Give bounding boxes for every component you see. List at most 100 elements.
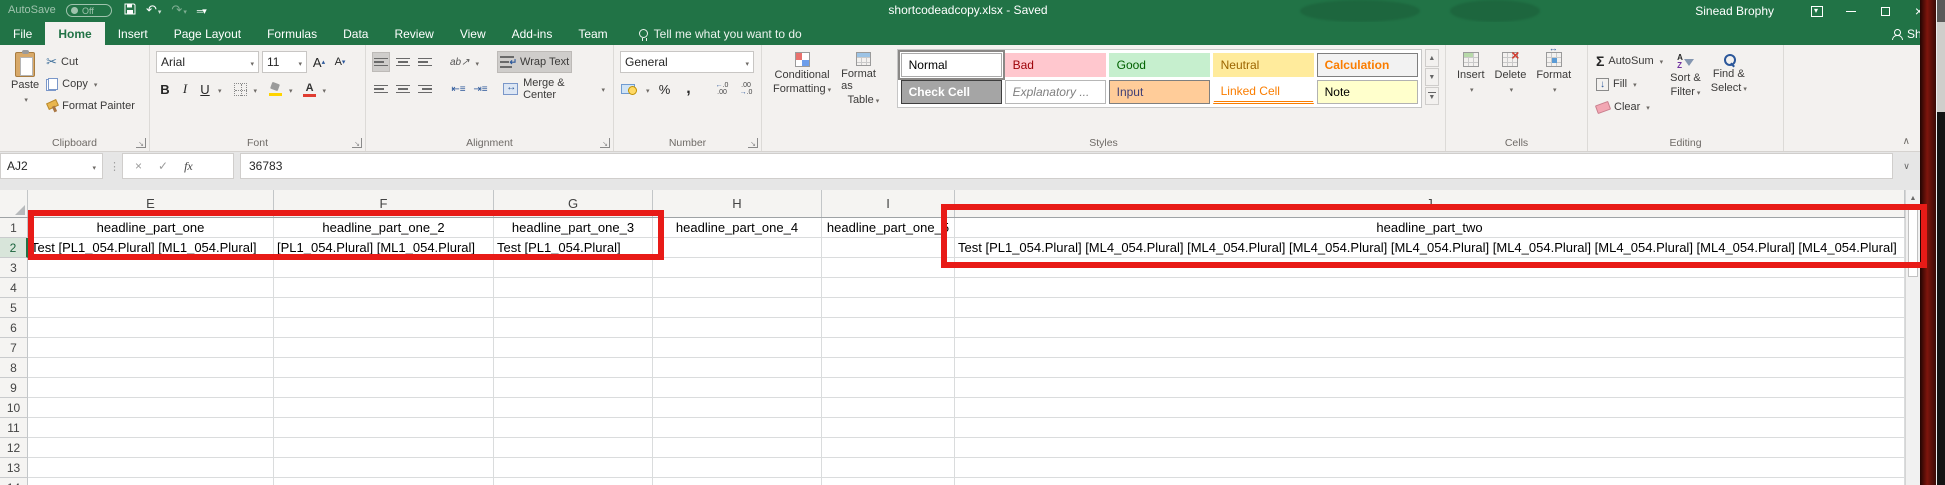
name-box[interactable]: AJ2 xyxy=(0,153,103,179)
dropdown-icon[interactable] xyxy=(474,53,480,71)
number-dialog-launcher-icon[interactable] xyxy=(748,138,758,148)
cell-G8[interactable] xyxy=(494,358,653,378)
cell-H10[interactable] xyxy=(653,398,822,418)
borders-button[interactable] xyxy=(232,79,250,99)
cell-I1[interactable]: headline_part_one_5 xyxy=(822,218,955,238)
cell-F11[interactable] xyxy=(274,418,494,438)
italic-button[interactable]: I xyxy=(176,79,194,99)
cell-F5[interactable] xyxy=(274,298,494,318)
increase-indent-button[interactable]: ⇥≡ xyxy=(471,79,489,99)
cell-E5[interactable] xyxy=(28,298,274,318)
cell-F3[interactable] xyxy=(274,258,494,278)
row-header-7[interactable]: 7 xyxy=(0,338,28,358)
cell-J11[interactable] xyxy=(955,418,1905,438)
cell-style-linked-cell[interactable]: Linked Cell xyxy=(1212,80,1314,104)
cell-J6[interactable] xyxy=(955,318,1905,338)
column-header-G[interactable]: G xyxy=(494,190,653,217)
conditional-formatting-button[interactable]: Conditional Formatting xyxy=(768,49,836,98)
cell-I2[interactable] xyxy=(822,238,955,258)
cell-G6[interactable] xyxy=(494,318,653,338)
fill-color-button[interactable] xyxy=(267,79,285,99)
cell-I12[interactable] xyxy=(822,438,955,458)
decrease-indent-button[interactable]: ⇤≡ xyxy=(449,79,467,99)
row-header-4[interactable]: 4 xyxy=(0,278,28,298)
customize-qat-button[interactable]: ═▾ xyxy=(197,2,207,20)
row-header-11[interactable]: 11 xyxy=(0,418,28,438)
cell-E10[interactable] xyxy=(28,398,274,418)
cell-G4[interactable] xyxy=(494,278,653,298)
cell-E2[interactable]: Test [PL1_054.Plural] [ML1_054.Plural] xyxy=(28,238,274,258)
cell-style-check-cell[interactable]: Check Cell xyxy=(900,80,1002,104)
cell-style-calculation[interactable]: Calculation xyxy=(1316,53,1418,77)
tab-home[interactable]: Home xyxy=(45,22,105,45)
accounting-format-button[interactable] xyxy=(620,79,638,99)
cell-F10[interactable] xyxy=(274,398,494,418)
delete-cells-button[interactable]: Delete xyxy=(1490,47,1532,98)
redo-button[interactable]: ↷▾ xyxy=(171,1,186,22)
cell-E12[interactable] xyxy=(28,438,274,458)
cell-H2[interactable] xyxy=(653,238,822,258)
increase-decimal-button[interactable]: ←.0.00 xyxy=(713,79,731,99)
alignment-dialog-launcher-icon[interactable] xyxy=(600,138,610,148)
tab-review[interactable]: Review xyxy=(381,22,446,45)
cell-J8[interactable] xyxy=(955,358,1905,378)
cell-H9[interactable] xyxy=(653,378,822,398)
undo-button[interactable]: ↶▾ xyxy=(146,1,161,22)
cell-J2[interactable]: Test [PL1_054.Plural] [ML4_054.Plural] [… xyxy=(955,238,1905,258)
cell-H8[interactable] xyxy=(653,358,822,378)
cell-I6[interactable] xyxy=(822,318,955,338)
dropdown-icon[interactable] xyxy=(216,80,222,98)
cell-style-neutral[interactable]: Neutral xyxy=(1212,53,1314,77)
cell-F13[interactable] xyxy=(274,458,494,478)
cell-I7[interactable] xyxy=(822,338,955,358)
cell-style-explanatory[interactable]: Explanatory ... xyxy=(1004,80,1106,104)
gallery-more-button[interactable]: ▼ xyxy=(1424,87,1439,105)
row-header-6[interactable]: 6 xyxy=(0,318,28,338)
dropdown-icon[interactable] xyxy=(321,80,327,98)
row-header-13[interactable]: 13 xyxy=(0,458,28,478)
cell-H5[interactable] xyxy=(653,298,822,318)
cell-I11[interactable] xyxy=(822,418,955,438)
cell-E6[interactable] xyxy=(28,318,274,338)
cell-I3[interactable] xyxy=(822,258,955,278)
copy-button[interactable]: Copy xyxy=(44,73,137,95)
gallery-scroll-up-button[interactable]: ▲ xyxy=(1424,49,1439,67)
top-align-button[interactable] xyxy=(372,52,390,72)
cell-G12[interactable] xyxy=(494,438,653,458)
enter-button[interactable]: ✓ xyxy=(158,159,168,173)
cell-F12[interactable] xyxy=(274,438,494,458)
cell-H13[interactable] xyxy=(653,458,822,478)
format-painter-button[interactable]: Format Painter xyxy=(44,95,137,117)
cell-I10[interactable] xyxy=(822,398,955,418)
column-header-J[interactable]: J xyxy=(955,190,1905,217)
minimize-button[interactable] xyxy=(1834,0,1868,22)
cell-G2[interactable]: Test [PL1_054.Plural] xyxy=(494,238,653,258)
cell-E13[interactable] xyxy=(28,458,274,478)
expand-formula-bar-button[interactable]: ∨ xyxy=(1893,153,1920,179)
tab-page-layout[interactable]: Page Layout xyxy=(161,22,254,45)
cell-H12[interactable] xyxy=(653,438,822,458)
sort-filter-button[interactable]: AZ Sort & Filter xyxy=(1665,51,1706,101)
column-header-F[interactable]: F xyxy=(274,190,494,217)
scroll-up-arrow-icon[interactable]: ▲ xyxy=(1906,190,1920,207)
cell-G5[interactable] xyxy=(494,298,653,318)
cell-style-normal[interactable]: Normal xyxy=(897,50,1005,80)
cell-E11[interactable] xyxy=(28,418,274,438)
cell-I9[interactable] xyxy=(822,378,955,398)
percent-style-button[interactable]: % xyxy=(656,79,674,99)
cell-J3[interactable] xyxy=(955,258,1905,278)
paste-button[interactable]: Paste xyxy=(6,49,44,108)
format-cells-button[interactable]: Format xyxy=(1531,43,1576,98)
bottom-align-button[interactable] xyxy=(416,52,434,72)
cell-I4[interactable] xyxy=(822,278,955,298)
underline-button[interactable]: U xyxy=(196,79,214,99)
cell-J14[interactable] xyxy=(955,478,1905,485)
cell-I5[interactable] xyxy=(822,298,955,318)
tab-data[interactable]: Data xyxy=(330,22,381,45)
decrease-decimal-button[interactable]: .00 →.0 xyxy=(737,79,755,99)
cell-G10[interactable] xyxy=(494,398,653,418)
cell-E4[interactable] xyxy=(28,278,274,298)
find-select-button[interactable]: Find & Select xyxy=(1706,51,1752,97)
row-header-12[interactable]: 12 xyxy=(0,438,28,458)
row-header-5[interactable]: 5 xyxy=(0,298,28,318)
